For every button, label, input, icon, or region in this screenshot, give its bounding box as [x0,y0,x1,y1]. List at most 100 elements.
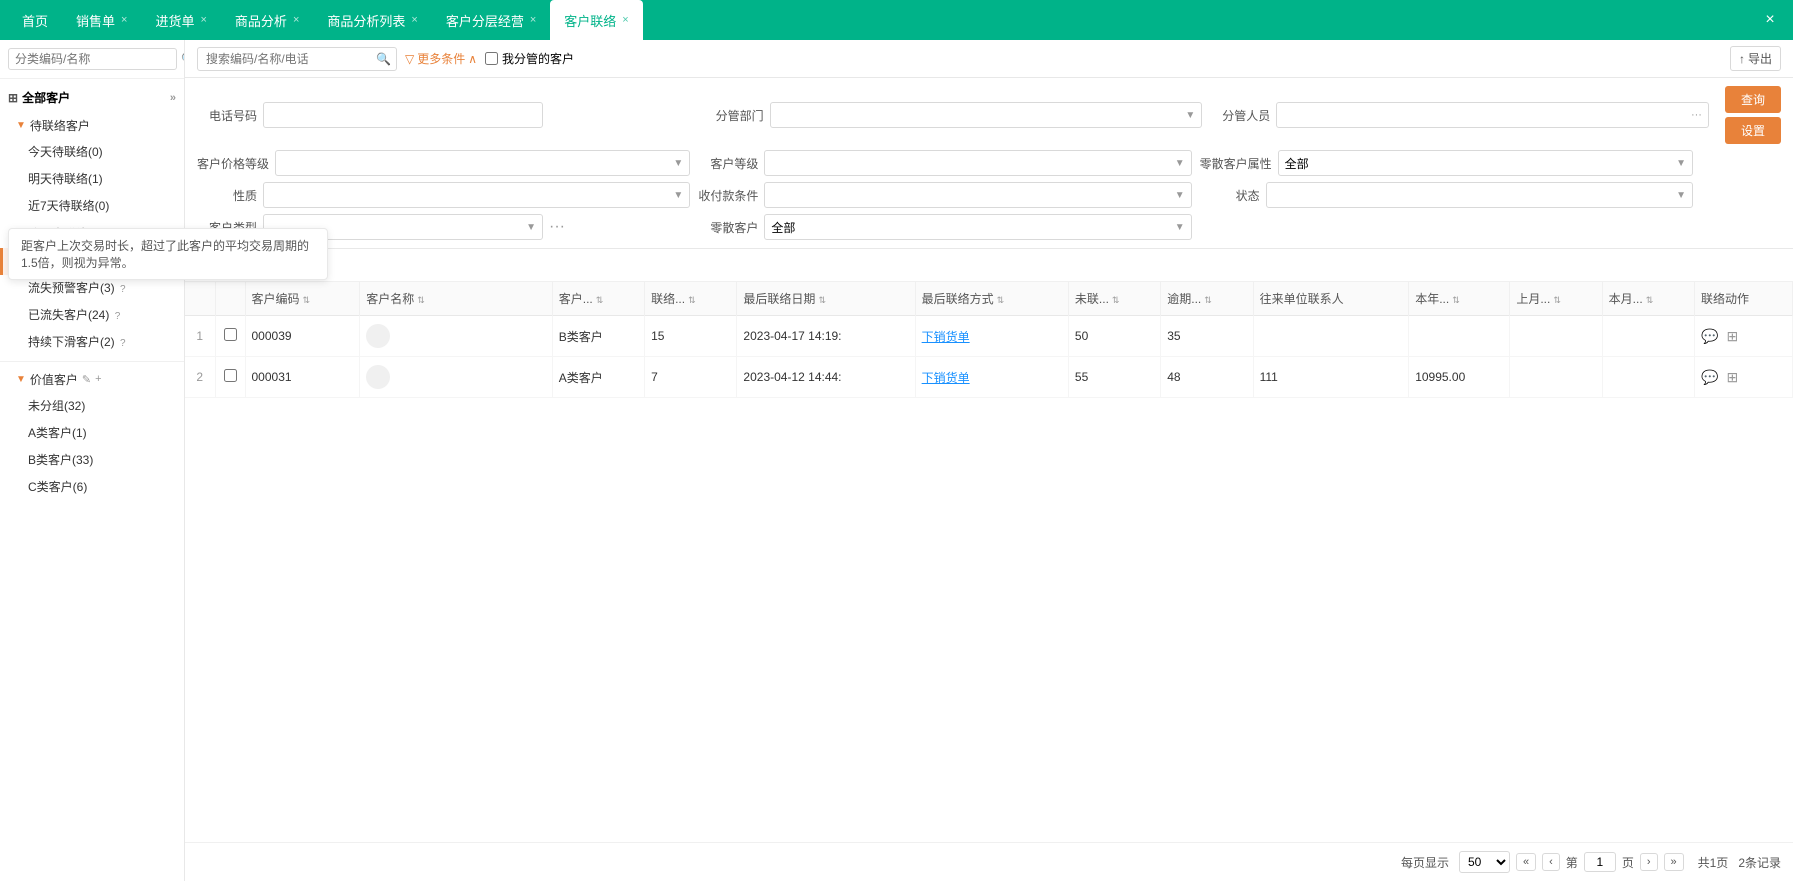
my-customers-checkbox[interactable] [485,52,498,65]
customer-grade-field: 客户等级 ▼ [698,150,1191,176]
sidebar-item-a-class[interactable]: A类客户(1) [0,420,184,447]
sort-icon-name[interactable]: ⇅ [417,295,425,305]
sidebar-item-b-class[interactable]: B类客户(33) [0,447,184,474]
total-pages: 共1页 [1698,854,1729,871]
close-product-analysis-tab[interactable]: × [293,14,299,26]
value-group-label[interactable]: ▼ 价值客户 ✎ + [0,366,184,393]
apps-icon[interactable]: ⊞ [1726,328,1738,345]
total-records: 2条记录 [1738,854,1781,871]
close-customer-contact-tab[interactable]: × [622,14,628,26]
main-search-icon[interactable]: 🔍 [376,52,391,66]
row-checkbox-cell [215,357,245,398]
nav-item-customer-contact[interactable]: 客户联络 × [550,0,642,40]
filter-bar: 🔍 ▽ 更多条件 ∧ 我分管的客户 ↑ 导出 [185,40,1793,78]
edit-icon[interactable]: ✎ [82,373,91,386]
per-page-select[interactable]: 50 100 200 [1459,851,1510,873]
status-select[interactable]: ▼ [1266,182,1693,208]
all-customers-header[interactable]: ⊞ 全部客户 » [0,83,184,112]
sort-icon-last-month[interactable]: ⇅ [1553,295,1561,305]
apps-icon[interactable]: ⊞ [1726,369,1738,386]
first-page-btn[interactable]: « [1516,853,1536,871]
sort-icon-last-way[interactable]: ⇅ [997,295,1005,305]
page-input[interactable] [1584,852,1616,872]
th-checkbox [215,282,245,316]
sidebar-item-declining[interactable]: 持续下滑客户(2) ? [0,329,184,356]
row-name [360,357,552,398]
export-icon: ↑ [1739,52,1745,66]
sort-icon-uncontact[interactable]: ⇅ [1112,295,1120,305]
gender-field: 性质 ▼ [197,182,690,208]
row-contact: 7 [645,357,737,398]
sidebar-item-today[interactable]: 今天待联络(0) [0,139,184,166]
payment-select[interactable]: ▼ [764,182,1191,208]
more-conditions-btn[interactable]: ▽ 更多条件 ∧ [405,50,477,67]
settings-button[interactable]: 设置 [1725,117,1781,144]
nav-item-home[interactable]: 首页 [8,0,62,40]
chat-icon[interactable]: 💬 [1701,328,1718,345]
customer-grade-select[interactable]: ▼ [764,150,1191,176]
sidebar-item-tomorrow[interactable]: 明天待联络(1) [0,166,184,193]
close-customer-tier-tab[interactable]: × [530,14,536,26]
nav-item-customer-tier[interactable]: 客户分层经营 × [432,0,550,40]
row-checkbox[interactable] [224,328,237,341]
nav-item-product-list[interactable]: 商品分析列表 × [313,0,431,40]
export-button[interactable]: ↑ 导出 [1730,46,1781,71]
price-grade-select[interactable]: ▼ [275,150,690,176]
filter-row-3: 性质 ▼ 收付款条件 ▼ 状态 ▼ [197,182,1781,208]
dept-select[interactable]: ▼ [770,102,1203,128]
gender-select[interactable]: ▼ [263,182,690,208]
sidebar-item-ungroup[interactable]: 未分组(32) [0,393,184,420]
th-settings [185,282,215,316]
row-action: 💬 ⊞ [1695,316,1793,357]
last-way-link[interactable]: 下销货单 [922,371,970,385]
window-close-button[interactable]: × [1755,5,1785,35]
close-sales-tab[interactable]: × [121,14,127,26]
last-way-link[interactable]: 下销货单 [922,330,970,344]
sort-icon-last-date[interactable]: ⇅ [818,295,826,305]
query-button[interactable]: 查询 [1725,86,1781,113]
sort-icon-overdue[interactable]: ⇅ [1204,295,1212,305]
close-product-list-tab[interactable]: × [411,14,417,26]
pending-group-label[interactable]: ▼ 待联络客户 [0,112,184,139]
chat-icon[interactable]: 💬 [1701,369,1718,386]
row-checkbox[interactable] [224,369,237,382]
phone-input[interactable] [263,102,543,128]
sort-icon-code[interactable]: ⇅ [303,295,311,305]
add-icon[interactable]: + [95,373,101,385]
th-last-date: 最后联络日期⇅ [737,282,915,316]
nav-item-sales[interactable]: 销售单 × [62,0,141,40]
sidebar-item-c-class[interactable]: C类客户(6) [0,474,184,501]
close-purchase-tab[interactable]: × [200,14,206,26]
row-checkbox-cell [215,316,245,357]
table-toolbar: ⚙ [185,249,1793,282]
next-page-btn[interactable]: › [1640,853,1658,871]
price-grade-field: 客户价格等级 ▼ [197,150,690,176]
retail-attr-select[interactable]: 全部▼ [1278,150,1693,176]
search-wrap: 🔍 [197,47,397,71]
retail-customer-select[interactable]: 全部▼ [764,214,1191,240]
th-this-year: 本年...⇅ [1409,282,1510,316]
th-uncontact: 未联...⇅ [1068,282,1160,316]
sort-icon-this-month[interactable]: ⇅ [1646,295,1654,305]
prev-page-btn[interactable]: ‹ [1542,853,1560,871]
nav-item-product-analysis[interactable]: 商品分析 × [221,0,313,40]
sidebar-search-input[interactable] [8,48,177,70]
table-row: 1 000039 B类客户 15 2023-04-17 14:19: 下销货单 … [185,316,1793,357]
row-uncontact: 50 [1068,316,1160,357]
sort-icon-this-year[interactable]: ⇅ [1452,295,1460,305]
more-dots[interactable]: ··· [549,218,565,236]
collapse-icon[interactable]: » [170,92,176,104]
sort-icon-type[interactable]: ⇅ [596,295,604,305]
row-this-year: 10995.00 [1409,357,1510,398]
filter-row-2: 客户价格等级 ▼ 客户等级 ▼ 零散客户属性 全部▼ [197,150,1781,176]
nav-item-purchase[interactable]: 进货单 × [141,0,220,40]
sidebar-item-lost[interactable]: 已流失客户(24) ? [0,302,184,329]
person-select[interactable]: ··· [1276,102,1709,128]
main-search-input[interactable] [197,47,397,71]
row-this-month [1602,316,1694,357]
last-page-btn[interactable]: » [1664,853,1684,871]
sort-icon-contact[interactable]: ⇅ [688,295,696,305]
pagination: 每页显示 50 100 200 « ‹ 第 页 › » 共1页 2条记录 [185,842,1793,881]
row-company-contact [1253,316,1409,357]
sidebar-item-7days[interactable]: 近7天待联络(0) [0,193,184,220]
